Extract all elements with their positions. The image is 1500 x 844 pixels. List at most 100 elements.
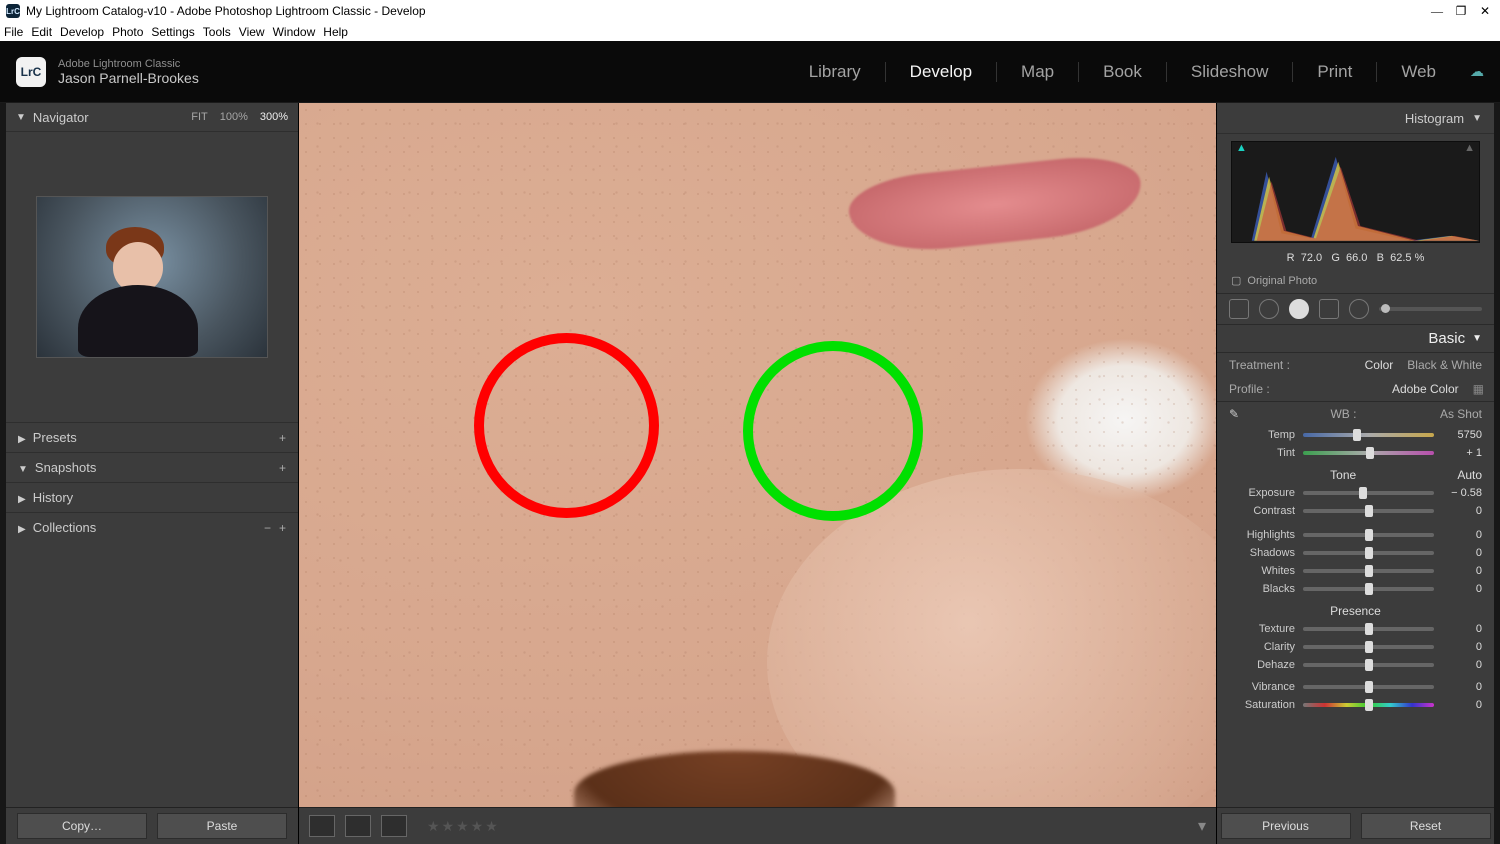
histogram-rgb-readout: R 72.0 G 66.0 B 62.5 % bbox=[1217, 248, 1494, 268]
add-preset-icon[interactable]: + bbox=[279, 431, 286, 445]
dehaze-slider[interactable]: Dehaze0 bbox=[1217, 656, 1494, 674]
module-web[interactable]: Web bbox=[1395, 56, 1442, 88]
contrast-slider[interactable]: Contrast0 bbox=[1217, 502, 1494, 520]
menu-edit[interactable]: Edit bbox=[31, 25, 52, 39]
radial-tool[interactable] bbox=[1349, 299, 1369, 319]
app-icon: LrC bbox=[6, 4, 20, 18]
original-photo-toggle[interactable]: ▢Original Photo bbox=[1217, 268, 1494, 294]
before-after-lr-button[interactable] bbox=[345, 815, 371, 837]
paste-settings-button[interactable]: Paste bbox=[157, 813, 287, 839]
section-presets[interactable]: ▶Presets + bbox=[6, 422, 298, 452]
before-after-tb-button[interactable] bbox=[381, 815, 407, 837]
center-panel: ★★★★★ ▾ bbox=[299, 103, 1216, 844]
tint-slider[interactable]: Tint + 1 bbox=[1217, 444, 1494, 462]
menu-develop[interactable]: Develop bbox=[60, 25, 104, 39]
texture-slider[interactable]: Texture0 bbox=[1217, 620, 1494, 638]
section-history[interactable]: ▶History bbox=[6, 482, 298, 512]
toolbar-chevron-icon[interactable]: ▾ bbox=[1198, 816, 1206, 836]
window-minimize-button[interactable]: — bbox=[1428, 4, 1446, 19]
annotation-green-circle bbox=[743, 341, 923, 521]
presence-label: Presence bbox=[1330, 604, 1381, 618]
auto-tone-button[interactable]: Auto bbox=[1457, 468, 1482, 482]
section-history-label: History bbox=[33, 490, 73, 505]
menu-tools[interactable]: Tools bbox=[203, 25, 231, 39]
window-titlebar: LrC My Lightroom Catalog-v10 - Adobe Pho… bbox=[0, 0, 1500, 22]
section-snapshots[interactable]: ▼Snapshots + bbox=[6, 452, 298, 482]
tool-amount-slider[interactable] bbox=[1379, 307, 1482, 311]
module-develop[interactable]: Develop bbox=[904, 56, 978, 88]
window-title: My Lightroom Catalog-v10 - Adobe Photosh… bbox=[26, 4, 426, 18]
treatment-bw[interactable]: Black & White bbox=[1407, 358, 1482, 372]
window-close-button[interactable]: ✕ bbox=[1476, 4, 1494, 19]
menu-bar: File Edit Develop Photo Settings Tools V… bbox=[0, 22, 1500, 41]
menu-file[interactable]: File bbox=[4, 25, 23, 39]
remove-collection-icon[interactable]: − bbox=[264, 521, 271, 535]
treatment-label: Treatment : bbox=[1229, 358, 1290, 372]
reset-button[interactable]: Reset bbox=[1361, 813, 1491, 839]
tone-section: Tone Auto bbox=[1217, 462, 1494, 484]
zoom-fit[interactable]: FIT bbox=[191, 111, 208, 123]
menu-help[interactable]: Help bbox=[323, 25, 348, 39]
shadows-slider[interactable]: Shadows0 bbox=[1217, 544, 1494, 562]
module-library[interactable]: Library bbox=[803, 56, 867, 88]
clarity-slider[interactable]: Clarity0 bbox=[1217, 638, 1494, 656]
copy-settings-button[interactable]: Copy… bbox=[17, 813, 147, 839]
window-maximize-button[interactable]: ❐ bbox=[1452, 4, 1470, 19]
treatment-color[interactable]: Color bbox=[1365, 358, 1394, 372]
zoom-300[interactable]: 300% bbox=[260, 111, 288, 123]
crop-tool[interactable] bbox=[1229, 299, 1249, 319]
module-slideshow[interactable]: Slideshow bbox=[1185, 56, 1275, 88]
right-panel: Histogram▼ ▲ ▲ R 72.0 G 66.0 B 62.5 % bbox=[1216, 103, 1494, 844]
menu-photo[interactable]: Photo bbox=[112, 25, 143, 39]
previous-button[interactable]: Previous bbox=[1221, 813, 1351, 839]
module-book[interactable]: Book bbox=[1097, 56, 1148, 88]
left-bottombar: Copy… Paste bbox=[6, 807, 298, 844]
highlights-slider[interactable]: Highlights0 bbox=[1217, 526, 1494, 544]
redeye-tool[interactable] bbox=[1319, 299, 1339, 319]
image-canvas[interactable] bbox=[299, 103, 1216, 807]
section-collections[interactable]: ▶Collections −+ bbox=[6, 512, 298, 542]
blacks-slider[interactable]: Blacks0 bbox=[1217, 580, 1494, 598]
loupe-view-button[interactable] bbox=[309, 815, 335, 837]
eyedropper-icon[interactable]: ✎ bbox=[1229, 407, 1247, 421]
cloud-sync-icon[interactable]: ☁ bbox=[1470, 63, 1484, 80]
profile-select[interactable]: Adobe Color bbox=[1392, 382, 1459, 396]
exposure-slider[interactable]: Exposure− 0.58 bbox=[1217, 484, 1494, 502]
spot-tool[interactable] bbox=[1259, 299, 1279, 319]
mask-tool[interactable] bbox=[1289, 299, 1309, 319]
basic-panel-header[interactable]: Basic▼ bbox=[1217, 325, 1494, 353]
profile-label: Profile : bbox=[1229, 382, 1270, 396]
navigator-thumbnail bbox=[37, 197, 267, 357]
module-print[interactable]: Print bbox=[1311, 56, 1358, 88]
right-edge-toggle[interactable] bbox=[1494, 103, 1500, 844]
center-toolbar: ★★★★★ ▾ bbox=[299, 807, 1216, 844]
whites-slider[interactable]: Whites0 bbox=[1217, 562, 1494, 580]
rating-stars[interactable]: ★★★★★ bbox=[427, 818, 500, 835]
add-collection-icon[interactable]: + bbox=[279, 521, 286, 535]
brand-icon: LrC bbox=[16, 57, 46, 87]
wb-label: WB : bbox=[1330, 407, 1356, 421]
annotation-red-circle bbox=[474, 333, 659, 518]
tool-strip bbox=[1217, 294, 1494, 325]
menu-view[interactable]: View bbox=[239, 25, 265, 39]
basic-label: Basic bbox=[1428, 330, 1465, 347]
chevron-right-icon: ▶ bbox=[18, 434, 26, 445]
temp-slider[interactable]: Temp 5750 bbox=[1217, 426, 1494, 444]
chevron-down-icon: ▼ bbox=[16, 112, 26, 123]
histogram-header[interactable]: Histogram▼ bbox=[1217, 103, 1494, 134]
menu-window[interactable]: Window bbox=[273, 25, 316, 39]
histogram[interactable]: ▲ ▲ bbox=[1231, 141, 1480, 243]
zoom-100[interactable]: 100% bbox=[220, 111, 248, 123]
histogram-label: Histogram bbox=[1405, 111, 1464, 126]
navigator-header[interactable]: ▼Navigator FIT 100% 300% bbox=[6, 103, 298, 132]
saturation-slider[interactable]: Saturation0 bbox=[1217, 696, 1494, 714]
vibrance-slider[interactable]: Vibrance0 bbox=[1217, 678, 1494, 696]
module-map[interactable]: Map bbox=[1015, 56, 1060, 88]
wb-select[interactable]: As Shot bbox=[1440, 407, 1482, 421]
add-snapshot-icon[interactable]: + bbox=[279, 461, 286, 475]
profile-browser-icon[interactable]: ▦ bbox=[1473, 382, 1482, 396]
menu-settings[interactable]: Settings bbox=[151, 25, 194, 39]
brand-product: Adobe Lightroom Classic bbox=[58, 58, 199, 70]
treatment-row: Treatment : Color Black & White bbox=[1217, 353, 1494, 377]
navigator-preview[interactable] bbox=[6, 132, 298, 422]
